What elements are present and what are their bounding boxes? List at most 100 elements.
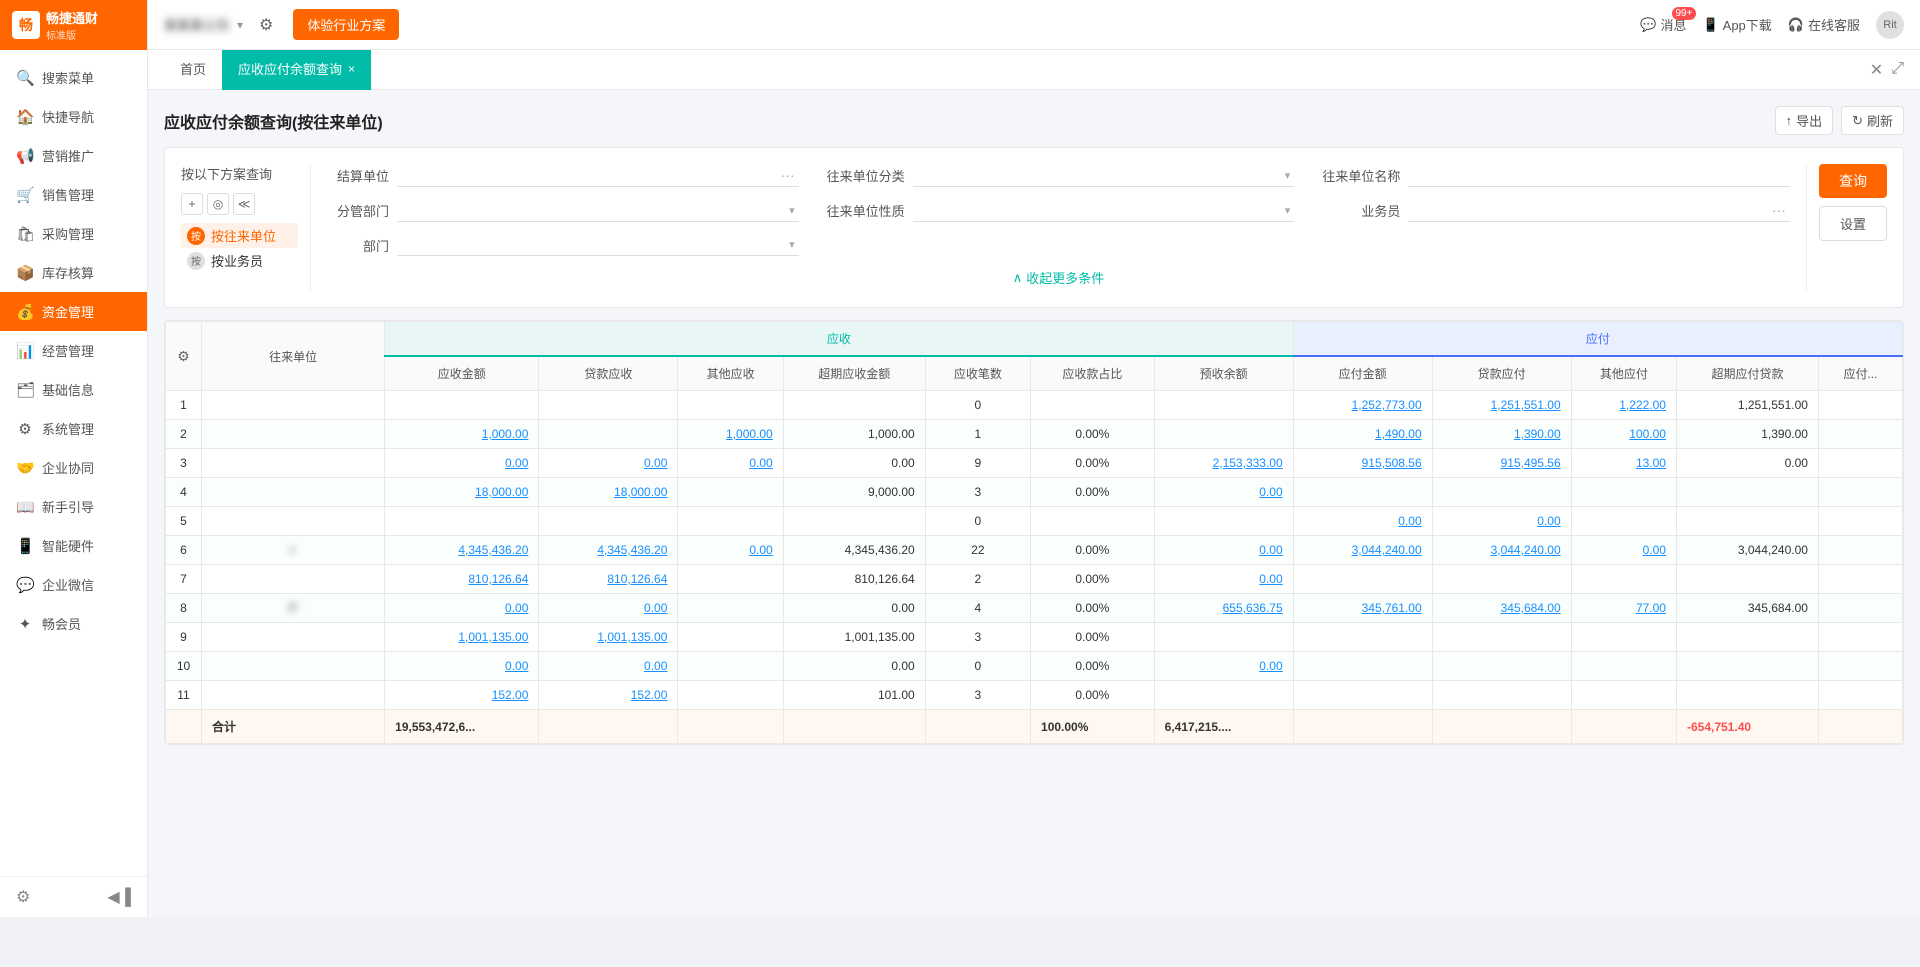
cell-recv-amt[interactable]: 0.00 bbox=[385, 449, 539, 478]
filter-salesman-input[interactable] bbox=[1412, 203, 1772, 218]
sidebar-item-purchase[interactable]: 🛍采购管理 bbox=[0, 214, 147, 253]
sidebar-item-inventory[interactable]: 📦库存核算 bbox=[0, 253, 147, 292]
cell-loan-pay[interactable]: 915,495.56 bbox=[1432, 449, 1571, 478]
cell-recv-amt[interactable]: 18,000.00 bbox=[385, 478, 539, 507]
cell-pay-amt[interactable]: 0.00 bbox=[1293, 507, 1432, 536]
cell-loan-pay[interactable]: 0.00 bbox=[1432, 507, 1571, 536]
topbar-service[interactable]: 🎧 在线客服 bbox=[1788, 15, 1860, 34]
cell-loan-recv[interactable]: 0.00 bbox=[539, 594, 678, 623]
cell-recv-amt[interactable]: 1,001,135.00 bbox=[385, 623, 539, 652]
cell-advance[interactable]: 0.00 bbox=[1154, 478, 1293, 507]
filter-dept-chevron[interactable]: ▾ bbox=[789, 238, 795, 251]
sidebar-item-marketing[interactable]: 📢营销推广 bbox=[0, 136, 147, 175]
query-button[interactable]: 查询 bbox=[1819, 164, 1887, 198]
filter-unit-category-chevron[interactable]: ▾ bbox=[1285, 169, 1291, 182]
tab-receivable[interactable]: 应收应付余额查询 × bbox=[222, 50, 371, 90]
cell-pay-amt[interactable]: 345,761.00 bbox=[1293, 594, 1432, 623]
cell-advance[interactable]: 0.00 bbox=[1154, 536, 1293, 565]
footer-advance-balance[interactable]: 6,417,215.... bbox=[1154, 710, 1293, 744]
filter-dept-input[interactable] bbox=[401, 237, 789, 252]
sidebar-item-system[interactable]: ⚙系统管理 bbox=[0, 409, 147, 448]
sidebar-item-basic[interactable]: 🗂基础信息 bbox=[0, 370, 147, 409]
filter-action-buttons: 查询 设置 bbox=[1806, 164, 1887, 291]
filter-dept-manage-input[interactable] bbox=[401, 203, 789, 218]
table-settings-icon[interactable]: ⚙ bbox=[177, 348, 190, 364]
refresh-button[interactable]: ↻ 刷新 bbox=[1841, 106, 1904, 135]
topbar-gear-icon[interactable]: ⚙ bbox=[259, 15, 273, 35]
cell-advance[interactable]: 2,153,333.00 bbox=[1154, 449, 1293, 478]
cell-advance[interactable]: 0.00 bbox=[1154, 565, 1293, 594]
sidebar-item-operation[interactable]: 📊经营管理 bbox=[0, 331, 147, 370]
window-expand-icon[interactable]: ⤢ bbox=[1891, 60, 1904, 80]
window-close-icon[interactable]: ✕ bbox=[1870, 60, 1883, 80]
cell-pay-amt[interactable]: 1,252,773.00 bbox=[1293, 391, 1432, 420]
footer-receivable-amount[interactable]: 19,553,472,6... bbox=[385, 710, 539, 744]
cell-other-pay[interactable]: 77.00 bbox=[1571, 594, 1676, 623]
filter-settlement-input[interactable] bbox=[401, 168, 781, 183]
sidebar-item-cooperation[interactable]: 🤝企业协同 bbox=[0, 448, 147, 487]
sidebar-item-guide[interactable]: 📖新手引导 bbox=[0, 487, 147, 526]
cell-pay-amt[interactable]: 1,490.00 bbox=[1293, 420, 1432, 449]
cell-loan-recv[interactable]: 0.00 bbox=[539, 449, 678, 478]
cell-loan-pay[interactable]: 1,251,551.00 bbox=[1432, 391, 1571, 420]
cell-recv-amt[interactable]: 810,126.64 bbox=[385, 565, 539, 594]
sidebar-item-search[interactable]: 🔍搜索菜单 bbox=[0, 58, 147, 97]
cell-other-recv[interactable]: 1,000.00 bbox=[678, 420, 783, 449]
sidebar-item-sales[interactable]: 🛒销售管理 bbox=[0, 175, 147, 214]
cell-recv-amt[interactable]: 0.00 bbox=[385, 594, 539, 623]
topbar-app-download[interactable]: 📱 App下载 bbox=[1702, 15, 1771, 34]
cell-advance[interactable]: 655,636.75 bbox=[1154, 594, 1293, 623]
filter-collapse-btn[interactable]: ∧ 收起更多条件 bbox=[327, 264, 1790, 291]
cell-other-pay[interactable]: 0.00 bbox=[1571, 536, 1676, 565]
sidebar-item-member[interactable]: ✦畅会员 bbox=[0, 604, 147, 643]
filter-target-btn[interactable]: ◎ bbox=[207, 193, 229, 215]
sidebar-collapse-icon[interactable]: ◀▐ bbox=[107, 887, 131, 907]
topbar-message[interactable]: 💬 消息 99+ bbox=[1640, 15, 1686, 34]
cell-pay-amt[interactable]: 3,044,240.00 bbox=[1293, 536, 1432, 565]
filter-add-btn[interactable]: + bbox=[181, 193, 203, 215]
cell-recv-amt[interactable]: 4,345,436.20 bbox=[385, 536, 539, 565]
filter-back-btn[interactable]: ≪ bbox=[233, 193, 255, 215]
cell-other-recv[interactable]: 0.00 bbox=[678, 449, 783, 478]
cell-loan-recv[interactable]: 152.00 bbox=[539, 681, 678, 710]
filter-settlement-dots[interactable]: ··· bbox=[781, 167, 795, 183]
cell-recv-amt[interactable]: 152.00 bbox=[385, 681, 539, 710]
cell-other-pay[interactable]: 1,222.00 bbox=[1571, 391, 1676, 420]
topbar-company-chevron[interactable]: ▾ bbox=[237, 18, 243, 32]
tab-close-icon[interactable]: × bbox=[348, 62, 355, 76]
tab-home[interactable]: 首页 bbox=[164, 50, 222, 90]
filter-scheme-by-staff[interactable]: 按 按业务员 bbox=[181, 248, 298, 273]
filter-unit-name-input[interactable] bbox=[1412, 168, 1786, 183]
filter-unit-nature-input[interactable] bbox=[917, 203, 1285, 218]
cell-loan-pay[interactable]: 345,684.00 bbox=[1432, 594, 1571, 623]
topbar-avatar[interactable]: Rit bbox=[1876, 11, 1904, 39]
cell-recv-amt[interactable]: 1,000.00 bbox=[385, 420, 539, 449]
filter-unit-nature-chevron[interactable]: ▾ bbox=[1285, 204, 1291, 217]
filter-salesman-dots[interactable]: ··· bbox=[1772, 202, 1786, 218]
sidebar-item-wechat[interactable]: 💬企业微信 bbox=[0, 565, 147, 604]
cell-loan-recv[interactable]: 4,345,436.20 bbox=[539, 536, 678, 565]
cell-recv-amt[interactable]: 0.00 bbox=[385, 652, 539, 681]
cell-loan-pay[interactable]: 3,044,240.00 bbox=[1432, 536, 1571, 565]
cell-pay-amt[interactable]: 915,508.56 bbox=[1293, 449, 1432, 478]
setting-button[interactable]: 设置 bbox=[1819, 206, 1887, 241]
cell-loan-recv[interactable]: 810,126.64 bbox=[539, 565, 678, 594]
sidebar-item-finance[interactable]: 💰资金管理 bbox=[0, 292, 147, 331]
sidebar-item-hardware[interactable]: 📱智能硬件 bbox=[0, 526, 147, 565]
cell-loan-pay[interactable]: 1,390.00 bbox=[1432, 420, 1571, 449]
export-button[interactable]: ↑ 导出 bbox=[1775, 106, 1834, 135]
filter-scheme-by-unit[interactable]: 按 按往来单位 bbox=[181, 223, 298, 248]
cell-loan-recv[interactable]: 18,000.00 bbox=[539, 478, 678, 507]
sidebar-settings-icon[interactable]: ⚙ bbox=[16, 887, 30, 907]
cell-loan-recv[interactable]: 0.00 bbox=[539, 652, 678, 681]
cell-other-pay[interactable]: 100.00 bbox=[1571, 420, 1676, 449]
cell-loan-recv[interactable]: 1,001,135.00 bbox=[539, 623, 678, 652]
cell-other-recv[interactable]: 0.00 bbox=[678, 536, 783, 565]
filter-unit-category-input[interactable] bbox=[917, 168, 1285, 183]
cell-other-pay[interactable]: 13.00 bbox=[1571, 449, 1676, 478]
sidebar-item-nav[interactable]: 🏠快捷导航 bbox=[0, 97, 147, 136]
cell-advance[interactable]: 0.00 bbox=[1154, 652, 1293, 681]
filter-dept-manage-chevron[interactable]: ▾ bbox=[789, 204, 795, 217]
topbar-promo-button[interactable]: 体验行业方案 bbox=[293, 9, 399, 40]
operation-icon: 📊 bbox=[16, 342, 34, 360]
